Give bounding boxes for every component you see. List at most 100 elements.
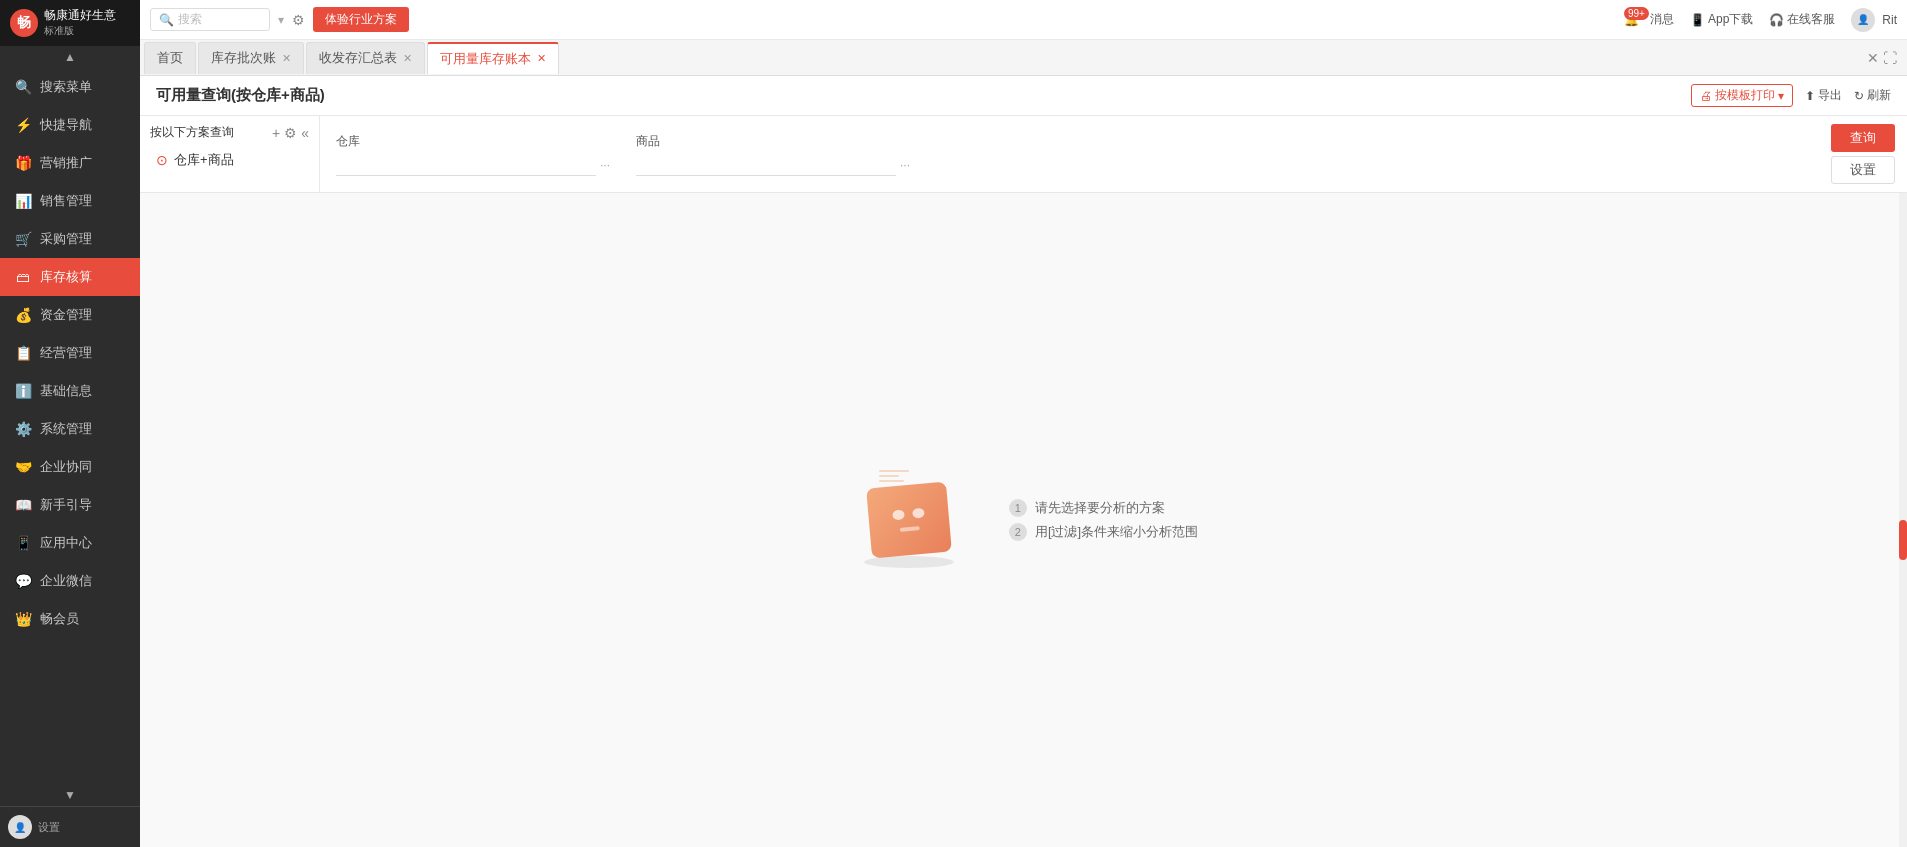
sidebar-bottom[interactable]: 👤 设置 (0, 806, 140, 847)
tab-home[interactable]: 首页 (144, 42, 196, 74)
cart-icon: 🛒 (14, 231, 32, 247)
print-btn[interactable]: 🖨 按模板打印 ▾ (1691, 84, 1793, 107)
sidebar-item-purchase[interactable]: 🛒 采购管理 (0, 220, 140, 258)
refresh-btn[interactable]: ↻ 刷新 (1854, 87, 1891, 104)
global-search[interactable]: 🔍 搜索 (150, 8, 270, 31)
sidebar-item-search[interactable]: 🔍 搜索菜单 (0, 68, 140, 106)
online-service-btn[interactable]: 🎧 在线客服 (1769, 11, 1835, 28)
sidebar-item-fund[interactable]: 💰 资金管理 (0, 296, 140, 334)
notification-badge-wrap[interactable]: 🔔 99+ (1624, 13, 1639, 27)
app-logo[interactable]: 畅 畅康通好生意 标准版 (0, 0, 140, 46)
sidebar-menu: 🔍 搜索菜单 ⚡ 快捷导航 🎁 营销推广 📊 销售管理 🛒 采购管理 🗃 库存核… (0, 68, 140, 784)
tab-close-icon[interactable]: ✕ (282, 52, 291, 65)
goods-more-btn[interactable]: ··· (900, 158, 910, 172)
warehouse-input[interactable] (336, 154, 596, 176)
info-icon: ℹ️ (14, 383, 32, 399)
empty-tip-1: 1 请先选择要分析的方案 (1009, 499, 1198, 517)
crown-icon: 👑 (14, 611, 32, 627)
trial-btn[interactable]: 体验行业方案 (313, 7, 409, 32)
notification-label: 消息 (1650, 11, 1674, 28)
page-actions: 🖨 按模板打印 ▾ ⬆ 导出 ↻ 刷新 (1691, 84, 1891, 107)
sidebar-item-label: 应用中心 (40, 534, 92, 552)
page-title: 可用量查询(按仓库+商品) (156, 86, 325, 105)
empty-state-container: 1 请先选择要分析的方案 2 用[过滤]条件来缩小分析范围 (849, 470, 1198, 570)
filter-schemes-header: 按以下方案查询 + ⚙ « (150, 124, 309, 141)
goods-input[interactable] (636, 154, 896, 176)
tab-active-close-icon[interactable]: ✕ (537, 52, 546, 65)
sidebar-item-wechat[interactable]: 💬 企业微信 (0, 562, 140, 600)
notification-btn[interactable]: 🔔 99+ 消息 (1624, 11, 1674, 28)
lightning-icon: ⚡ (14, 117, 32, 133)
filter-schemes-panel: 按以下方案查询 + ⚙ « ⊙ 仓库+商品 (140, 116, 320, 192)
sidebar-item-inventory[interactable]: 🗃 库存核算 (0, 258, 140, 296)
app-download-btn[interactable]: 📱 App下载 (1690, 11, 1753, 28)
scroll-down-btn[interactable]: ▼ (0, 784, 140, 806)
printer-icon: 🖨 (1700, 89, 1712, 103)
window-buttons: ✕ ⛶ (1867, 50, 1903, 66)
tip-text-1: 请先选择要分析的方案 (1035, 499, 1165, 517)
ops-icon: 📋 (14, 345, 32, 361)
gift-icon: 🎁 (14, 155, 32, 171)
sidebar-item-label: 企业微信 (40, 572, 92, 590)
window-close-btn[interactable]: ✕ (1867, 50, 1879, 66)
export-btn[interactable]: ⬆ 导出 (1805, 87, 1842, 104)
sidebar-item-vip[interactable]: 👑 畅会员 (0, 600, 140, 638)
tab-receive-summary-label: 收发存汇总表 (319, 49, 397, 67)
right-scrollbar[interactable] (1899, 193, 1907, 847)
sidebar-item-label: 库存核算 (40, 268, 92, 286)
app-edition: 标准版 (44, 24, 116, 38)
sidebar-item-ops[interactable]: 📋 经营管理 (0, 334, 140, 372)
settings-gear-icon[interactable]: ⚙ (292, 12, 305, 28)
sidebar-item-appcenter[interactable]: 📱 应用中心 (0, 524, 140, 562)
tab-available-ledger[interactable]: 可用量库存账本 ✕ (427, 42, 559, 74)
tab-batch-ledger[interactable]: 库存批次账 ✕ (198, 42, 304, 74)
sidebar-item-shortcut[interactable]: ⚡ 快捷导航 (0, 106, 140, 144)
app-name: 畅康通好生意 (44, 8, 116, 24)
top-header: 🔍 搜索 ▾ ⚙ 体验行业方案 🔔 99+ 消息 📱 App下载 🎧 在线客服 (140, 0, 1907, 40)
sidebar-item-label: 经营管理 (40, 344, 92, 362)
sidebar-item-newguide[interactable]: 📖 新手引导 (0, 486, 140, 524)
gear-icon: ⚙️ (14, 421, 32, 437)
scheme-collapse-btn[interactable]: « (301, 125, 309, 141)
sidebar-item-label: 基础信息 (40, 382, 92, 400)
sidebar-item-label: 畅会员 (40, 610, 79, 628)
sidebar-item-label: 销售管理 (40, 192, 92, 210)
dropdown-arrow[interactable]: ▾ (278, 13, 284, 27)
user-avatar: 👤 (1851, 8, 1875, 32)
filter-area: 按以下方案查询 + ⚙ « ⊙ 仓库+商品 仓库 ··· (140, 116, 1907, 193)
tab-close-icon[interactable]: ✕ (403, 52, 412, 65)
sidebar-item-enterprise[interactable]: 🤝 企业协同 (0, 448, 140, 486)
sidebar-item-basic[interactable]: ℹ️ 基础信息 (0, 372, 140, 410)
sidebar-item-label: 采购管理 (40, 230, 92, 248)
scroll-up-btn[interactable]: ▲ (0, 46, 140, 68)
print-dropdown-arrow[interactable]: ▾ (1778, 89, 1784, 103)
phone-icon: 📱 (1690, 13, 1705, 27)
sidebar-item-marketing[interactable]: 🎁 营销推广 (0, 144, 140, 182)
sidebar-item-sales[interactable]: 📊 销售管理 (0, 182, 140, 220)
scheme-settings-btn[interactable]: ⚙ (284, 125, 297, 141)
notification-count: 99+ (1624, 7, 1649, 20)
tab-batch-ledger-label: 库存批次账 (211, 49, 276, 67)
chart-icon: 📊 (14, 193, 32, 209)
filter-fields: 仓库 ··· 商品 ··· (320, 116, 1819, 192)
user-area[interactable]: 👤 Rit (1851, 8, 1897, 32)
window-maximize-btn[interactable]: ⛶ (1883, 50, 1897, 66)
sidebar-item-system[interactable]: ⚙️ 系统管理 (0, 410, 140, 448)
main-content: 🔍 搜索 ▾ ⚙ 体验行业方案 🔔 99+ 消息 📱 App下载 🎧 在线客服 (140, 0, 1907, 847)
app-download-label: App下载 (1708, 11, 1753, 28)
wechat-icon: 💬 (14, 573, 32, 589)
scrollbar-thumb[interactable] (1899, 520, 1907, 560)
settings-btn[interactable]: 设置 (1831, 156, 1895, 184)
tab-home-label: 首页 (157, 49, 183, 67)
empty-shadow (864, 556, 954, 568)
empty-tips: 1 请先选择要分析的方案 2 用[过滤]条件来缩小分析范围 (1009, 499, 1198, 541)
goods-label: 商品 (636, 133, 916, 150)
query-btn[interactable]: 查询 (1831, 124, 1895, 152)
add-scheme-btn[interactable]: + (272, 125, 280, 141)
tab-receive-summary[interactable]: 收发存汇总表 ✕ (306, 42, 425, 74)
warehouse-more-btn[interactable]: ··· (600, 158, 610, 172)
tip-num-1: 1 (1009, 499, 1027, 517)
refresh-icon: ↻ (1854, 89, 1864, 103)
scheme-item[interactable]: ⊙ 仓库+商品 (150, 147, 309, 173)
search-icon: 🔍 (159, 13, 174, 27)
